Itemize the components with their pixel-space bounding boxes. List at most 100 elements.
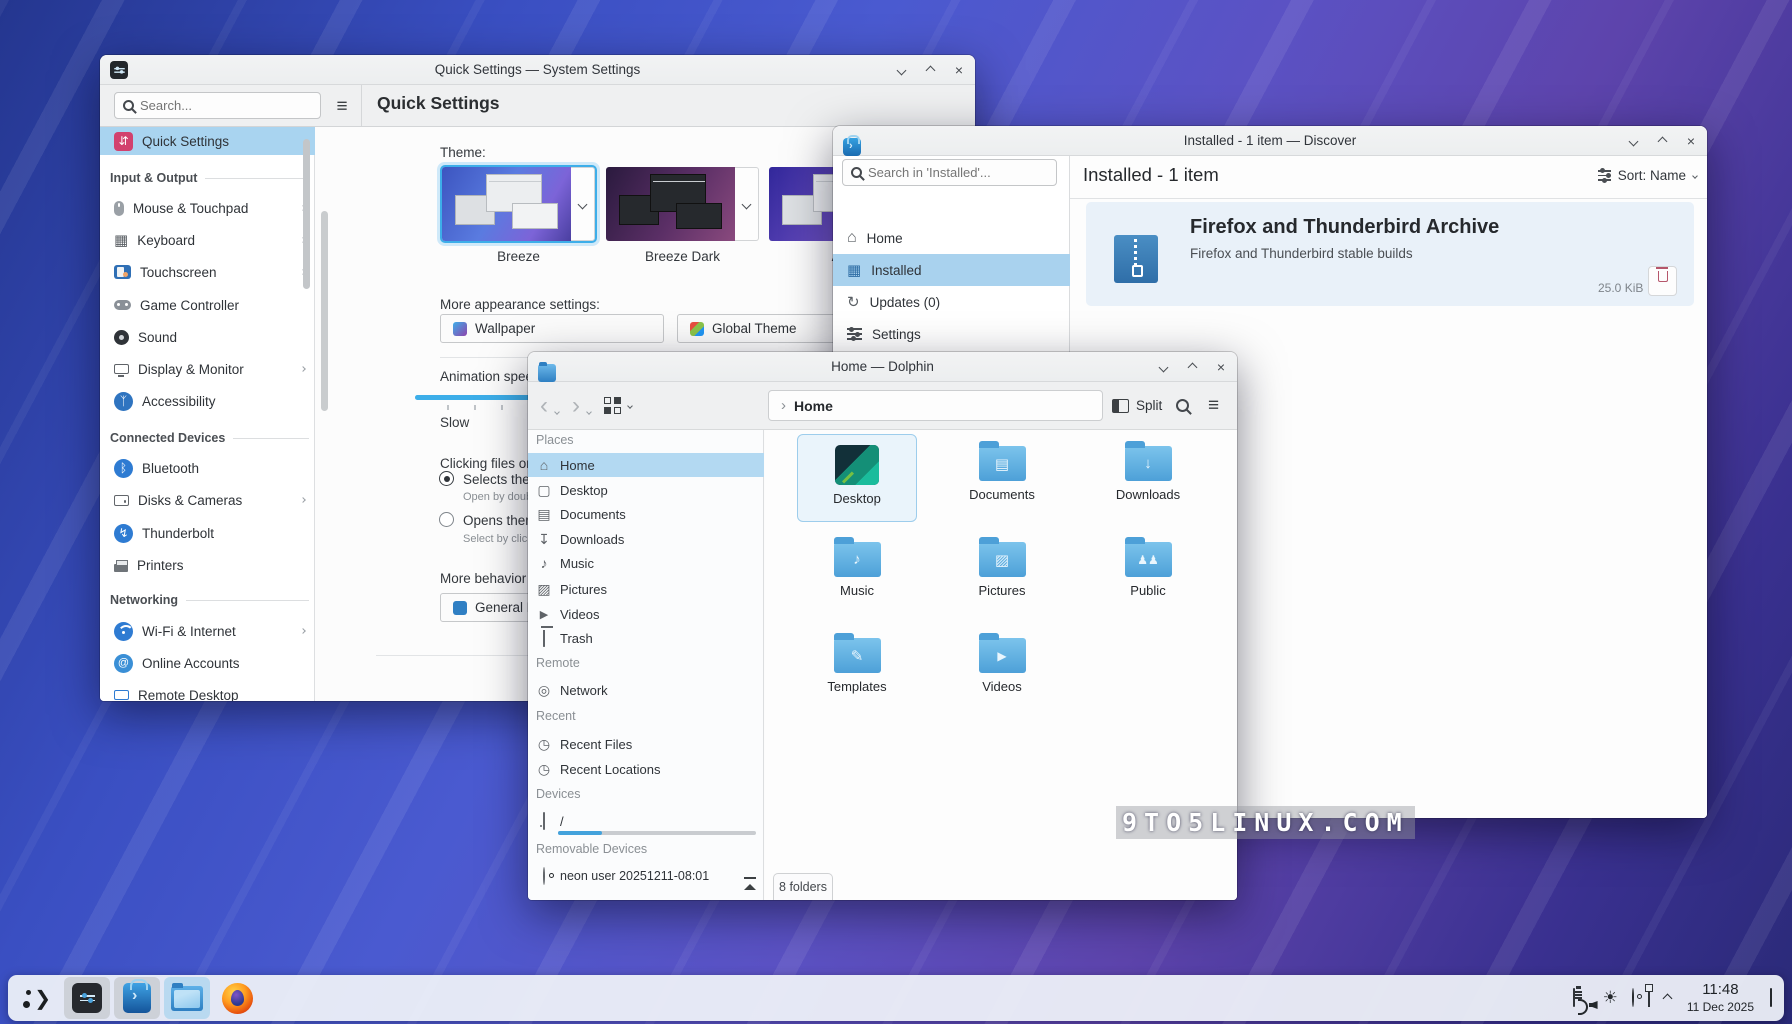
place-recent-files[interactable]: ◷Recent Files xyxy=(528,732,764,756)
breadcrumb[interactable]: › Home xyxy=(768,390,1103,421)
task-dolphin[interactable] xyxy=(164,977,210,1019)
close-button[interactable]: × xyxy=(951,62,967,78)
sidebar-item-remote-desktop[interactable]: Remote Desktop xyxy=(100,681,315,701)
folder-item-videos[interactable]: ▶ Videos xyxy=(942,626,1062,714)
folder-item-templates[interactable]: ✎ Templates xyxy=(797,626,917,714)
sort-control[interactable]: Sort: Name xyxy=(1598,168,1697,183)
task-firefox[interactable] xyxy=(214,977,260,1019)
forward-button[interactable]: › xyxy=(572,390,591,421)
close-button[interactable]: × xyxy=(1683,133,1699,149)
sidebar-item-mouse-touchpad[interactable]: Mouse & Touchpad xyxy=(100,194,315,222)
discover-search-input[interactable] xyxy=(868,165,1033,180)
sidebar-item-bluetooth[interactable]: ᛒBluetooth xyxy=(100,454,315,482)
breadcrumb-home[interactable]: Home xyxy=(794,398,833,414)
network-tray-icon[interactable] xyxy=(1648,989,1650,1007)
place-music[interactable]: ♪Music xyxy=(528,551,764,575)
settings-search-field[interactable] xyxy=(114,92,321,119)
discover-search-field[interactable] xyxy=(842,159,1057,186)
nav-item-installed[interactable]: ▦Installed xyxy=(833,254,1070,286)
sidebar-item-game-controller[interactable]: Game Controller xyxy=(100,291,315,319)
place-recent-locations[interactable]: ◷Recent Locations xyxy=(528,757,764,781)
sidebar-item-sound[interactable]: Sound xyxy=(100,323,315,351)
app-launcher-button[interactable]: ❯ xyxy=(14,977,60,1019)
device-root[interactable]: / xyxy=(528,809,764,833)
sidebar-item-keyboard[interactable]: ▦Keyboard xyxy=(100,226,315,254)
thunderbolt-icon: ↯ xyxy=(114,524,133,543)
sidebar-item-thunderbolt[interactable]: ↯Thunderbolt xyxy=(100,519,315,547)
sidebar-item-wifi-internet[interactable]: Wi-Fi & Internet xyxy=(100,617,315,645)
maximize-button[interactable] xyxy=(1184,359,1200,375)
nav-item-home[interactable]: ⌂Home xyxy=(833,222,1070,254)
settings-sliders-icon xyxy=(847,328,862,339)
sidebar-item-display-monitor[interactable]: Display & Monitor xyxy=(100,355,315,383)
theme-name: Breeze Dark xyxy=(606,249,759,264)
close-button[interactable]: × xyxy=(1213,359,1229,375)
view-mode-button[interactable] xyxy=(604,390,632,421)
breadcrumb-separator: › xyxy=(781,397,786,414)
theme-breeze[interactable] xyxy=(442,167,595,241)
system-settings-titlebar[interactable]: Quick Settings — System Settings × xyxy=(100,55,975,85)
task-system-settings[interactable] xyxy=(64,977,110,1019)
theme-breeze-dark[interactable] xyxy=(606,167,759,241)
sidebar-item-online-accounts[interactable]: @Online Accounts xyxy=(100,649,315,677)
place-trash[interactable]: Trash xyxy=(528,626,764,650)
sidebar-item-disks-cameras[interactable]: Disks & Cameras xyxy=(100,486,315,514)
theme-dropdown-button[interactable] xyxy=(571,167,595,241)
settings-menu-button[interactable]: ≡ xyxy=(330,93,354,119)
folder-item-desktop[interactable]: Desktop xyxy=(797,434,917,522)
place-network[interactable]: ◎Network xyxy=(528,678,764,702)
split-button[interactable]: Split xyxy=(1112,390,1162,421)
place-pictures[interactable]: ▨Pictures xyxy=(528,577,764,601)
nav-item-settings[interactable]: Settings xyxy=(833,318,1070,350)
removable-device-row[interactable]: neon user 20251211-08:01 xyxy=(528,864,764,888)
eject-button[interactable] xyxy=(744,869,756,884)
content-scrollbar[interactable] xyxy=(321,211,328,411)
folder-item-public[interactable]: ♟♟ Public xyxy=(1088,530,1208,618)
minimize-button[interactable] xyxy=(1155,359,1171,375)
clipboard-tray-icon[interactable] xyxy=(1573,989,1575,1007)
discover-titlebar[interactable]: Installed - 1 item — Discover × xyxy=(833,126,1707,156)
app-card-firefox-thunderbird[interactable]: Firefox and Thunderbird Archive Firefox … xyxy=(1086,202,1694,306)
opens-radio[interactable] xyxy=(439,512,454,527)
minimize-button[interactable] xyxy=(893,62,909,78)
place-videos[interactable]: ▶Videos xyxy=(528,602,764,626)
dolphin-titlebar[interactable]: Home — Dolphin × xyxy=(528,352,1237,382)
selects-radio[interactable] xyxy=(439,471,454,486)
uninstall-button[interactable] xyxy=(1648,266,1677,296)
disc-tray-icon[interactable] xyxy=(1632,989,1634,1007)
place-documents[interactable]: ▤Documents xyxy=(528,502,764,526)
folder-icon: ▨ xyxy=(979,542,1026,577)
sidebar-item-printers[interactable]: Printers xyxy=(100,551,315,579)
place-home[interactable]: ⌂Home xyxy=(528,453,764,477)
sidebar-item-touchscreen[interactable]: Touchscreen xyxy=(100,258,315,286)
folder-item-pictures[interactable]: ▨ Pictures xyxy=(942,530,1062,618)
tray-expander-button[interactable] xyxy=(1664,989,1671,1007)
brightness-tray-icon[interactable]: ☀ xyxy=(1603,988,1618,1008)
folder-item-downloads[interactable]: ↓ Downloads xyxy=(1088,434,1208,522)
sidebar-scrollbar[interactable] xyxy=(303,139,310,289)
task-discover[interactable] xyxy=(114,977,160,1019)
folder-item-documents[interactable]: ▤ Documents xyxy=(942,434,1062,522)
discover-task-icon xyxy=(123,983,151,1013)
general-behavior-icon xyxy=(453,601,467,615)
maximize-button[interactable] xyxy=(922,62,938,78)
nav-item-updates[interactable]: ↻Updates (0) xyxy=(833,286,1070,318)
digital-clock[interactable]: 11:48 11 Dec 2025 xyxy=(1687,981,1754,1015)
chevron-right-icon xyxy=(300,366,306,372)
selects-sublabel: Open by doub xyxy=(463,491,532,503)
place-desktop[interactable]: ▢Desktop xyxy=(528,478,764,502)
menu-button[interactable]: ≡ xyxy=(1208,390,1219,421)
minimize-button[interactable] xyxy=(1625,133,1641,149)
sidebar-item-quick-settings[interactable]: ⇵ Quick Settings xyxy=(100,127,315,155)
sidebar-item-accessibility[interactable]: ᛉAccessibility xyxy=(100,387,315,415)
search-button[interactable] xyxy=(1176,390,1189,421)
maximize-button[interactable] xyxy=(1654,133,1670,149)
place-downloads[interactable]: ↧Downloads xyxy=(528,527,764,551)
settings-search-input[interactable] xyxy=(140,98,290,113)
folder-item-music[interactable]: ♪ Music xyxy=(797,530,917,618)
back-button[interactable]: ‹ xyxy=(540,390,559,421)
notifications-tray-icon[interactable] xyxy=(1770,989,1772,1007)
theme-dropdown-button[interactable] xyxy=(735,167,759,241)
disk-capacity-bar xyxy=(558,831,756,835)
wallpaper-button[interactable]: Wallpaper xyxy=(440,314,664,343)
